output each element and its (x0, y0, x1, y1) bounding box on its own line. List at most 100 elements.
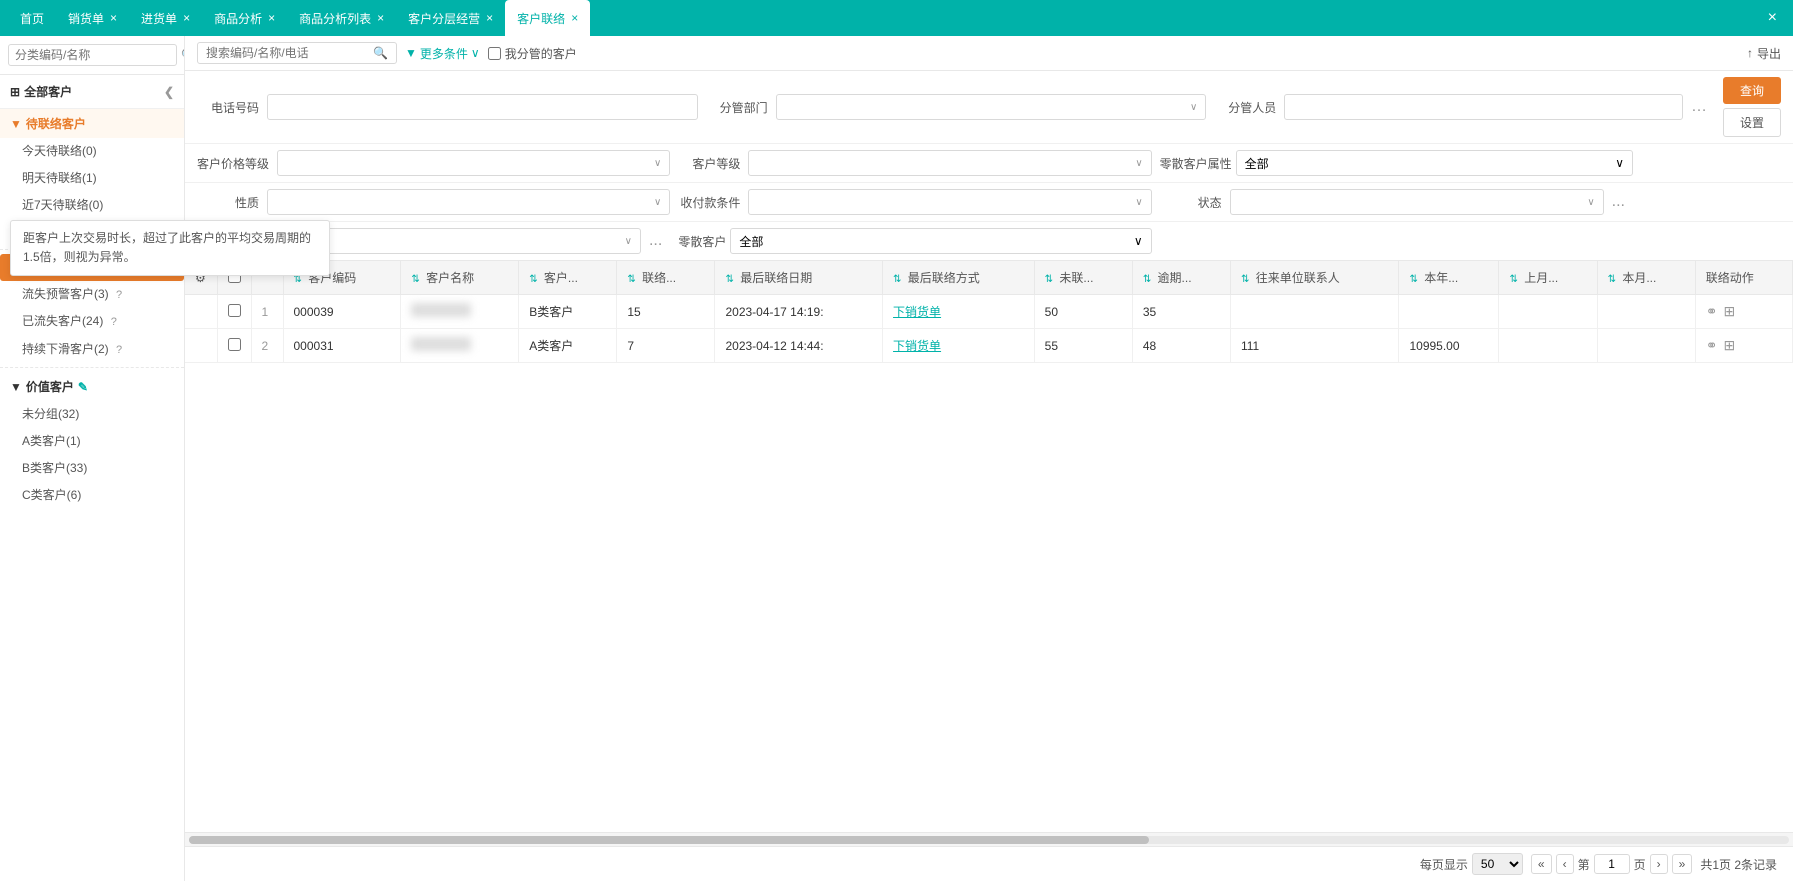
retail-customer-select[interactable]: 全部 ∨ (730, 228, 1151, 254)
grid-icon: ⊞ (10, 85, 20, 99)
export-btn[interactable]: ↑ 导出 (1747, 45, 1781, 62)
td-lm-0 (1499, 295, 1597, 329)
close-customer-tier-tab[interactable]: × (486, 11, 493, 25)
first-page-btn[interactable]: « (1531, 854, 1552, 874)
sidebar-all-customers[interactable]: ⊞ 全部客户 ❮ (0, 75, 184, 109)
filter-cell-dept: 分管部门 ∨ (706, 94, 1207, 120)
prev-page-btn[interactable]: ‹ (1556, 854, 1574, 874)
nav-tab-purchase[interactable]: 进货单 × (129, 0, 202, 36)
retail-attr-select[interactable]: 全部 ∨ (1236, 150, 1633, 176)
td-lcd-1: 2023-04-12 14:44: (715, 329, 883, 363)
sort-icon-lcd: ⇅ (725, 274, 733, 285)
action-icon-link-1[interactable]: ⚭ (1706, 337, 1718, 354)
sidebar-item-tomorrow[interactable]: 明天待联络(1) (0, 165, 184, 192)
sidebar-item-already-lost[interactable]: 已流失客户(24) ? (0, 308, 184, 335)
sidebar-item-today[interactable]: 今天待联络(0) (0, 138, 184, 165)
customer-grade-chevron-icon: ∨ (1135, 158, 1142, 169)
nav-tab-analysis[interactable]: 商品分析 × (202, 0, 287, 36)
filter-row-1: 电话号码 分管部门 ∨ 分管人员 (185, 71, 1793, 144)
th-last-contact-date[interactable]: ⇅ 最后联络日期 (715, 261, 883, 295)
filter-cell-retail-attr: 零散客户属性 全部 ∨ (1160, 150, 1633, 176)
nav-tab-customer-tier[interactable]: 客户分层经营 × (396, 0, 505, 36)
status-select[interactable]: ∨ (1230, 189, 1604, 215)
last-page-btn[interactable]: » (1672, 854, 1693, 874)
tooltip-text: 距客户上次交易时长，超过了此客户的平均交易周期的1.5倍，则视为异常。 (23, 231, 185, 264)
sidebar-item-class-c[interactable]: C类客户(6) (0, 482, 184, 509)
my-customer-checkbox[interactable] (488, 47, 501, 60)
more-filters-btn[interactable]: ▼ 更多条件 ∨ (405, 45, 480, 62)
close-purchase-tab[interactable]: × (183, 11, 190, 25)
sidebar-item-class-b[interactable]: B类客户(33) (0, 455, 184, 482)
declining-help-icon[interactable]: ? (116, 344, 122, 356)
payment-select[interactable]: ∨ (748, 189, 1151, 215)
th-this-year[interactable]: ⇅ 本年... (1399, 261, 1499, 295)
filter-search-icon[interactable]: 🔍 (373, 46, 388, 60)
close-all-tabs[interactable]: × (1760, 9, 1785, 27)
dept-select[interactable]: ∨ (776, 94, 1207, 120)
sidebar-item-7days[interactable]: 近7天待联络(0) (0, 192, 184, 219)
edit-icon[interactable]: ✎ (78, 380, 88, 394)
per-page-select[interactable]: 10 20 50 100 (1472, 853, 1523, 875)
nav-tab-sales[interactable]: 销货单 × (56, 0, 129, 36)
close-analysis-list-tab[interactable]: × (377, 11, 384, 25)
th-last-contact-method[interactable]: ⇅ 最后联络方式 (883, 261, 1035, 295)
row-checkbox-0[interactable] (228, 304, 241, 317)
customer-grade-select[interactable]: ∨ (748, 150, 1151, 176)
sidebar-item-class-a[interactable]: A类客户(1) (0, 428, 184, 455)
td-uncontacted-1: 55 (1034, 329, 1132, 363)
row3-dots[interactable]: ... (1604, 193, 1633, 211)
pending-contact-title[interactable]: ▼ 待联络客户 (0, 109, 184, 138)
th-overdue[interactable]: ⇅ 逾期... (1132, 261, 1230, 295)
lost-pre-help-icon[interactable]: ? (116, 289, 122, 301)
table-row: 2 000031 A类客户 7 2023-04-12 14:44: 下销货单 5… (185, 329, 1793, 363)
sidebar-search-input[interactable] (8, 44, 177, 66)
sort-icon-ty: ⇅ (1409, 274, 1417, 285)
query-btn[interactable]: 查询 (1723, 77, 1781, 104)
action-icon-qr-1[interactable]: ⊞ (1723, 337, 1735, 354)
already-lost-help-icon[interactable]: ? (111, 316, 117, 328)
filter-search-input[interactable] (206, 46, 369, 60)
gender-select[interactable]: ∨ (267, 189, 670, 215)
price-grade-select[interactable]: ∨ (277, 150, 670, 176)
th-last-month[interactable]: ⇅ 上月... (1499, 261, 1597, 295)
export-label: 导出 (1757, 45, 1781, 62)
manager-dots[interactable]: … (1683, 98, 1715, 116)
td-lm-1 (1499, 329, 1597, 363)
sidebar-item-ungroups[interactable]: 未分组(32) (0, 401, 184, 428)
th-contact[interactable]: ⇅ 联络... (617, 261, 715, 295)
row4-dots[interactable]: ... (641, 232, 670, 250)
sidebar-collapse-btn[interactable]: ❮ (164, 85, 174, 99)
value-customers-title[interactable]: ▼ 价值客户 ✎ (0, 372, 184, 401)
nav-tab-analysis-list[interactable]: 商品分析列表 × (287, 0, 396, 36)
th-this-month[interactable]: ⇅ 本月... (1597, 261, 1695, 295)
my-customer-checkbox-label[interactable]: 我分管的客户 (488, 45, 577, 62)
nav-tab-customer-contact[interactable]: 客户联络 × (505, 0, 590, 36)
manager-input[interactable] (1293, 100, 1674, 114)
th-category[interactable]: ⇅ 客户... (519, 261, 617, 295)
filter-cell-phone: 电话号码 (197, 94, 698, 120)
sidebar: 🔍 ⊞ 全部客户 ❮ ▼ 待联络客户 今天待联络(0) 明天待联络(1) (0, 36, 185, 881)
close-customer-contact-tab[interactable]: × (571, 11, 578, 25)
close-sales-tab[interactable]: × (110, 11, 117, 25)
sidebar-item-lost-pre[interactable]: 流失预警客户(3) ? (0, 281, 184, 308)
td-num-1: 2 (251, 329, 283, 363)
th-unit-contact[interactable]: ⇅ 往来单位联系人 (1230, 261, 1399, 295)
sidebar-content: ⊞ 全部客户 ❮ ▼ 待联络客户 今天待联络(0) 明天待联络(1) 近7天待联… (0, 75, 184, 881)
phone-label: 电话号码 (197, 99, 267, 116)
next-page-btn[interactable]: › (1650, 854, 1668, 874)
horizontal-scroll-bar[interactable] (185, 832, 1793, 846)
action-icon-qr-0[interactable]: ⊞ (1723, 303, 1735, 320)
nav-tab-home[interactable]: 首页 (8, 0, 56, 36)
th-uncontacted[interactable]: ⇅ 未联... (1034, 261, 1132, 295)
th-lcd-label: 最后联络日期 (740, 271, 812, 285)
close-analysis-tab[interactable]: × (268, 11, 275, 25)
customer-table: ⚙ ⇅ 客户编码 ⇅ 客户名称 (185, 261, 1793, 363)
phone-input[interactable] (276, 100, 689, 114)
sidebar-item-declining[interactable]: 持续下滑客户(2) ? (0, 336, 184, 363)
sort-icon-uncontacted: ⇅ (1045, 274, 1053, 285)
th-name[interactable]: ⇅ 客户名称 (401, 261, 519, 295)
page-input[interactable] (1594, 854, 1630, 874)
action-icon-link-0[interactable]: ⚭ (1706, 303, 1718, 320)
settings-btn[interactable]: 设置 (1723, 108, 1781, 137)
row-checkbox-1[interactable] (228, 338, 241, 351)
